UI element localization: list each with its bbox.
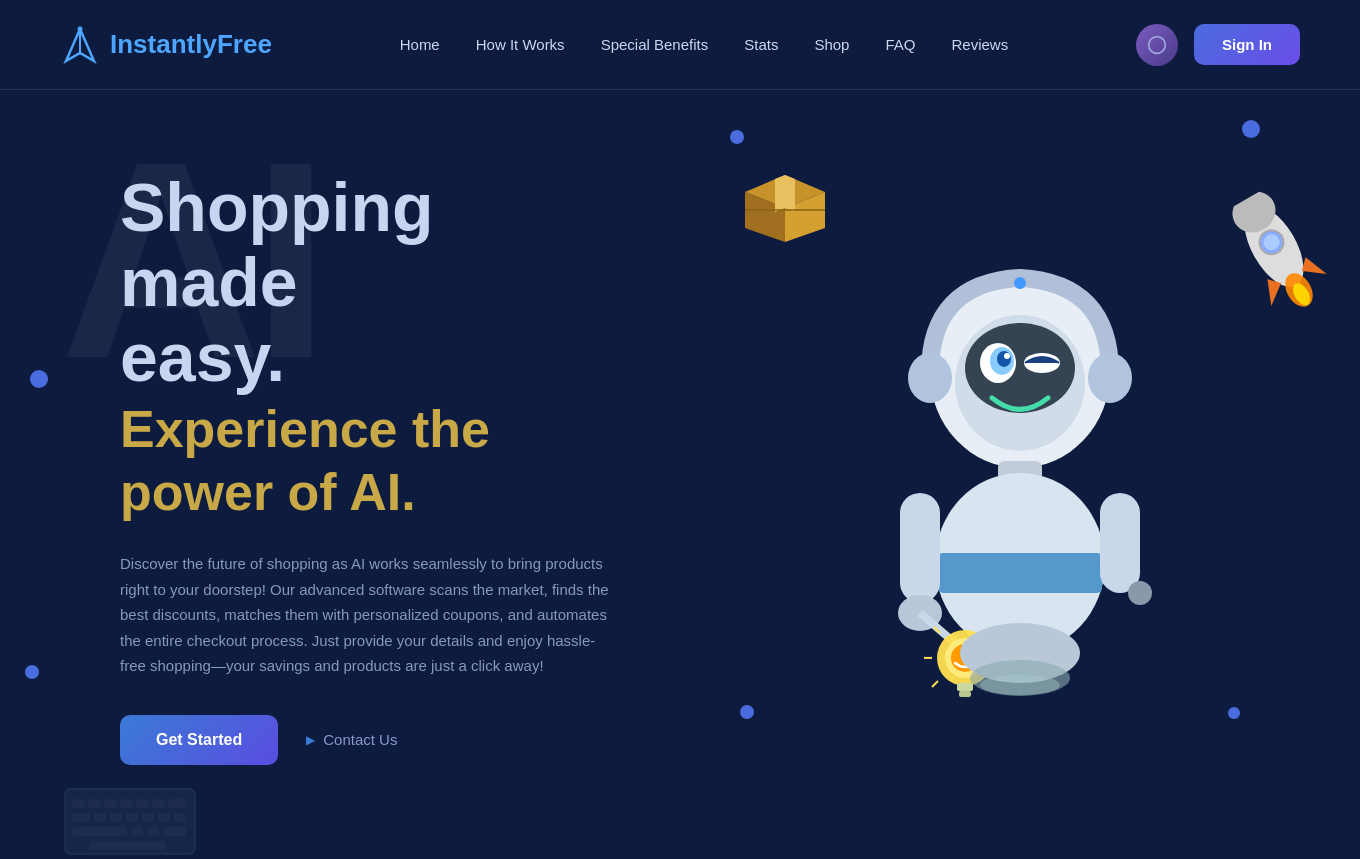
hero-right bbox=[680, 90, 1360, 859]
svg-rect-16 bbox=[174, 813, 186, 822]
dot-decoration-3 bbox=[730, 130, 744, 144]
signin-button[interactable]: Sign In bbox=[1194, 24, 1300, 65]
svg-point-37 bbox=[908, 352, 952, 402]
svg-point-44 bbox=[1004, 352, 1010, 358]
hero-description: Discover the future of shopping as AI wo… bbox=[120, 551, 620, 679]
svg-rect-21 bbox=[90, 841, 165, 850]
svg-rect-20 bbox=[163, 827, 186, 836]
get-started-button[interactable]: Get Started bbox=[120, 715, 278, 765]
svg-rect-57 bbox=[959, 690, 971, 696]
svg-rect-49 bbox=[900, 492, 940, 602]
package-decoration bbox=[740, 170, 830, 254]
nav-links: Home How It Works Special Benefits Stats… bbox=[400, 36, 1008, 54]
hero-actions: Get Started Contact Us bbox=[120, 715, 620, 765]
nav-shop[interactable]: Shop bbox=[814, 36, 849, 53]
svg-rect-6 bbox=[120, 799, 132, 808]
keyboard-decoration bbox=[60, 769, 200, 859]
svg-line-60 bbox=[932, 680, 938, 686]
contact-us-link[interactable]: Contact Us bbox=[306, 731, 397, 748]
nav-right: Sign In bbox=[1136, 24, 1300, 66]
logo-text: InstantlyFree bbox=[110, 29, 272, 60]
hero-subheading: Experience the power of AI. bbox=[120, 398, 620, 523]
svg-rect-3 bbox=[72, 799, 84, 808]
hero-left: AI Shopping made easy. Experience the po… bbox=[0, 90, 680, 859]
logo[interactable]: InstantlyFree bbox=[60, 25, 272, 65]
dot-decoration-6 bbox=[1228, 707, 1240, 719]
svg-rect-15 bbox=[158, 813, 170, 822]
svg-rect-4 bbox=[88, 799, 100, 808]
svg-marker-25 bbox=[785, 175, 795, 212]
hero-section: AI Shopping made easy. Experience the po… bbox=[0, 90, 1360, 859]
hero-content: Shopping made easy. Experience the power… bbox=[120, 170, 620, 765]
svg-rect-51 bbox=[1100, 492, 1140, 592]
svg-rect-8 bbox=[152, 799, 164, 808]
svg-rect-5 bbox=[104, 799, 116, 808]
robot-illustration bbox=[850, 212, 1190, 716]
svg-point-66 bbox=[1128, 580, 1152, 604]
nav-reviews[interactable]: Reviews bbox=[951, 36, 1008, 53]
svg-rect-18 bbox=[131, 827, 143, 836]
svg-point-38 bbox=[1088, 352, 1132, 402]
dot-decoration-4 bbox=[1242, 120, 1260, 138]
svg-rect-9 bbox=[168, 799, 186, 808]
nav-stats[interactable]: Stats bbox=[744, 36, 778, 53]
svg-rect-13 bbox=[126, 813, 138, 822]
rocket-decoration bbox=[1203, 174, 1357, 340]
svg-rect-11 bbox=[94, 813, 106, 822]
nav-special-benefits[interactable]: Special Benefits bbox=[601, 36, 709, 53]
svg-rect-48 bbox=[938, 552, 1102, 592]
svg-rect-12 bbox=[110, 813, 122, 822]
theme-toggle-button[interactable] bbox=[1136, 24, 1178, 66]
svg-point-1 bbox=[1149, 36, 1166, 53]
logo-icon bbox=[60, 25, 100, 65]
moon-icon bbox=[1147, 35, 1167, 55]
svg-rect-7 bbox=[136, 799, 148, 808]
svg-rect-19 bbox=[147, 827, 159, 836]
svg-rect-17 bbox=[72, 827, 127, 836]
nav-how-it-works[interactable]: How It Works bbox=[476, 36, 565, 53]
nav-home[interactable]: Home bbox=[400, 36, 440, 53]
svg-point-43 bbox=[997, 350, 1011, 366]
svg-rect-56 bbox=[957, 682, 973, 690]
svg-point-0 bbox=[78, 26, 83, 31]
nav-faq[interactable]: FAQ bbox=[885, 36, 915, 53]
hero-heading: Shopping made easy. bbox=[120, 170, 620, 394]
dot-decoration-1 bbox=[30, 370, 48, 388]
dot-decoration-2 bbox=[25, 665, 39, 679]
navbar: InstantlyFree Home How It Works Special … bbox=[0, 0, 1360, 90]
svg-point-65 bbox=[980, 674, 1060, 694]
svg-rect-10 bbox=[72, 813, 90, 822]
svg-rect-14 bbox=[142, 813, 154, 822]
dot-decoration-5 bbox=[740, 705, 754, 719]
svg-point-67 bbox=[1014, 276, 1026, 288]
svg-marker-26 bbox=[775, 175, 785, 212]
